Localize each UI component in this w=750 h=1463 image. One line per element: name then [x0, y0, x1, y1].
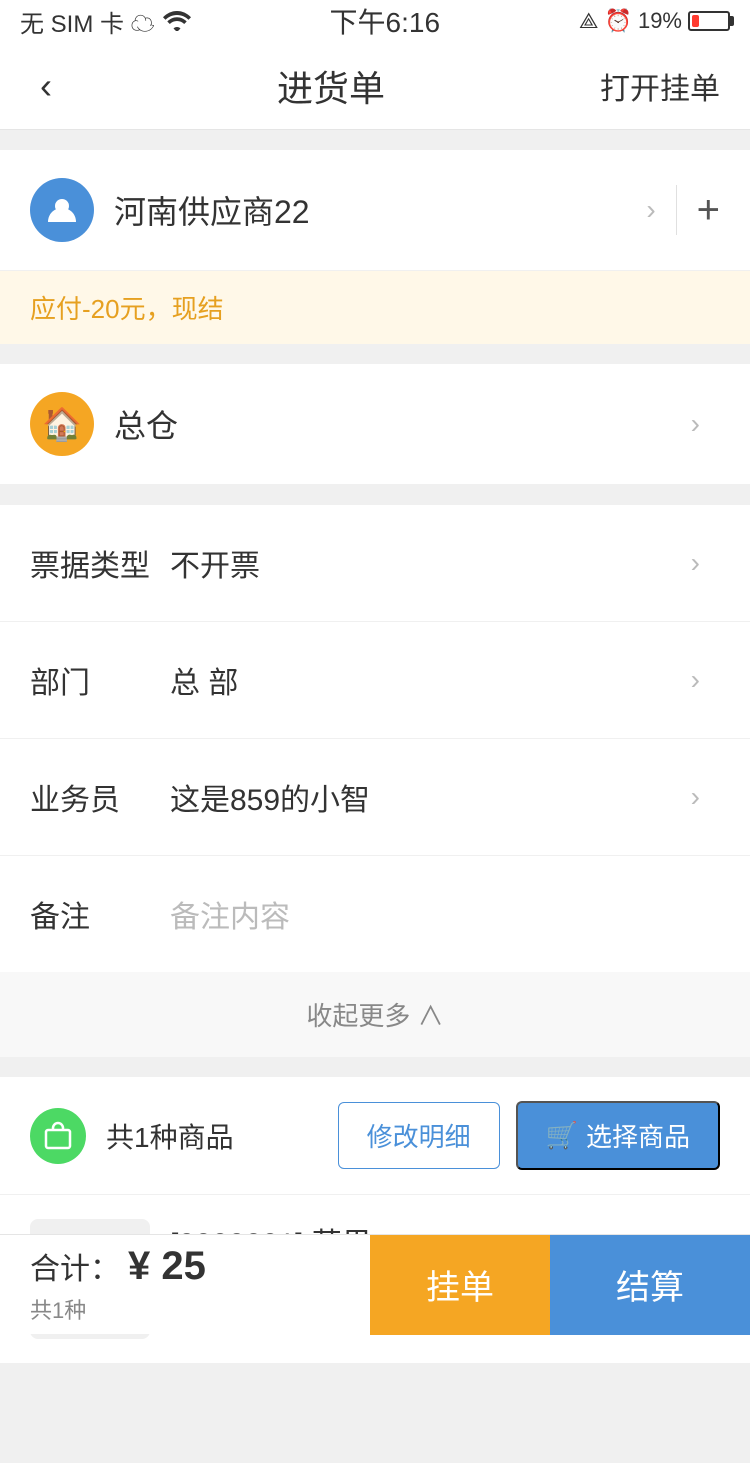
divider-2 [0, 484, 750, 504]
supplier-row[interactable]: 河南供应商22 › + [0, 150, 750, 271]
form-section: 票据类型 不开票 › 部门 总 部 › 业务员 这是859的小智 › 备注 备注… [0, 504, 750, 972]
wifi-icon [163, 11, 191, 31]
select-product-button[interactable]: 🛒 选择商品 [516, 1101, 720, 1170]
invoice-chevron-icon: › [691, 547, 700, 579]
warehouse-row[interactable]: 🏠 总仓 › [0, 364, 750, 484]
status-left: 无 SIM 卡 ☁ [20, 4, 191, 39]
salesman-chevron-icon: › [691, 781, 700, 813]
add-button[interactable]: + [697, 188, 720, 233]
total-main: 合计： ¥ 25 [30, 1244, 340, 1289]
bottom-spacer [0, 1363, 750, 1463]
supplier-chevron-icon: › [646, 194, 655, 226]
status-time: 下午6:16 [330, 1, 441, 41]
divider-1 [0, 344, 750, 364]
location-icon: ⟁ [579, 8, 599, 34]
department-label: 部门 [30, 658, 150, 702]
warehouse-name: 总仓 [114, 401, 691, 447]
alarm-icon: ⏰ [605, 8, 632, 34]
top-divider [0, 130, 750, 150]
salesman-value: 这是859的小智 [150, 775, 691, 819]
invoice-type-row[interactable]: 票据类型 不开票 › [0, 504, 750, 621]
user-icon [44, 192, 80, 228]
warehouse-icon: 🏠 [30, 392, 94, 456]
warehouse-chevron-icon: › [691, 408, 700, 440]
nav-bar: ‹ 进货单 打开挂单 [0, 42, 750, 130]
checkout-button[interactable]: 结算 [550, 1235, 750, 1335]
salesman-label: 业务员 [30, 775, 150, 819]
department-chevron-icon: › [691, 664, 700, 696]
warehouse-section: 🏠 总仓 › [0, 364, 750, 484]
collapse-button[interactable]: 收起更多 ∧ [0, 972, 750, 1057]
supplier-section: 河南供应商22 › + 应付-20元，现结 [0, 150, 750, 344]
back-button[interactable]: ‹ [30, 55, 62, 117]
bottom-bar: 合计： ¥ 25 共1种 挂单 结算 [0, 1234, 750, 1334]
supplier-avatar [30, 178, 94, 242]
invoice-type-value: 不开票 [150, 541, 691, 585]
select-cart-icon: 🛒 [546, 1120, 578, 1151]
status-bar: 无 SIM 卡 ☁ 下午6:16 ⟁ ⏰ 19% [0, 0, 750, 42]
products-header: 共1种商品 修改明细 🛒 选择商品 [0, 1077, 750, 1194]
department-row[interactable]: 部门 总 部 › [0, 621, 750, 738]
salesman-row[interactable]: 业务员 这是859的小智 › [0, 738, 750, 855]
products-icon [30, 1108, 86, 1164]
total-amount: ¥ 25 [128, 1244, 206, 1289]
total-section: 合计： ¥ 25 共1种 [0, 1244, 370, 1325]
supplier-separator [676, 185, 677, 235]
supplier-name: 河南供应商22 [114, 187, 646, 233]
remark-row[interactable]: 备注 备注内容 [0, 855, 750, 972]
select-product-label: 选择商品 [586, 1117, 690, 1154]
total-label: 合计： [30, 1244, 120, 1288]
status-right: ⟁ ⏰ 19% [579, 8, 730, 34]
battery-icon [688, 11, 730, 31]
total-sub: 共1种 [30, 1293, 340, 1325]
open-pending-button[interactable]: 打开挂单 [600, 64, 720, 108]
sim-label: 无 SIM 卡 ☁ [20, 4, 155, 39]
page-title: 进货单 [277, 60, 385, 112]
modify-detail-button[interactable]: 修改明细 [338, 1102, 500, 1169]
invoice-type-label: 票据类型 [30, 541, 150, 585]
cart-icon [42, 1120, 74, 1152]
hang-button[interactable]: 挂单 [370, 1235, 550, 1335]
products-count: 共1种商品 [106, 1116, 338, 1156]
department-value: 总 部 [150, 658, 691, 702]
info-banner: 应付-20元，现结 [0, 271, 750, 344]
remark-input[interactable]: 备注内容 [150, 892, 720, 936]
remark-label: 备注 [30, 892, 150, 936]
battery-percent: 19% [638, 8, 682, 34]
